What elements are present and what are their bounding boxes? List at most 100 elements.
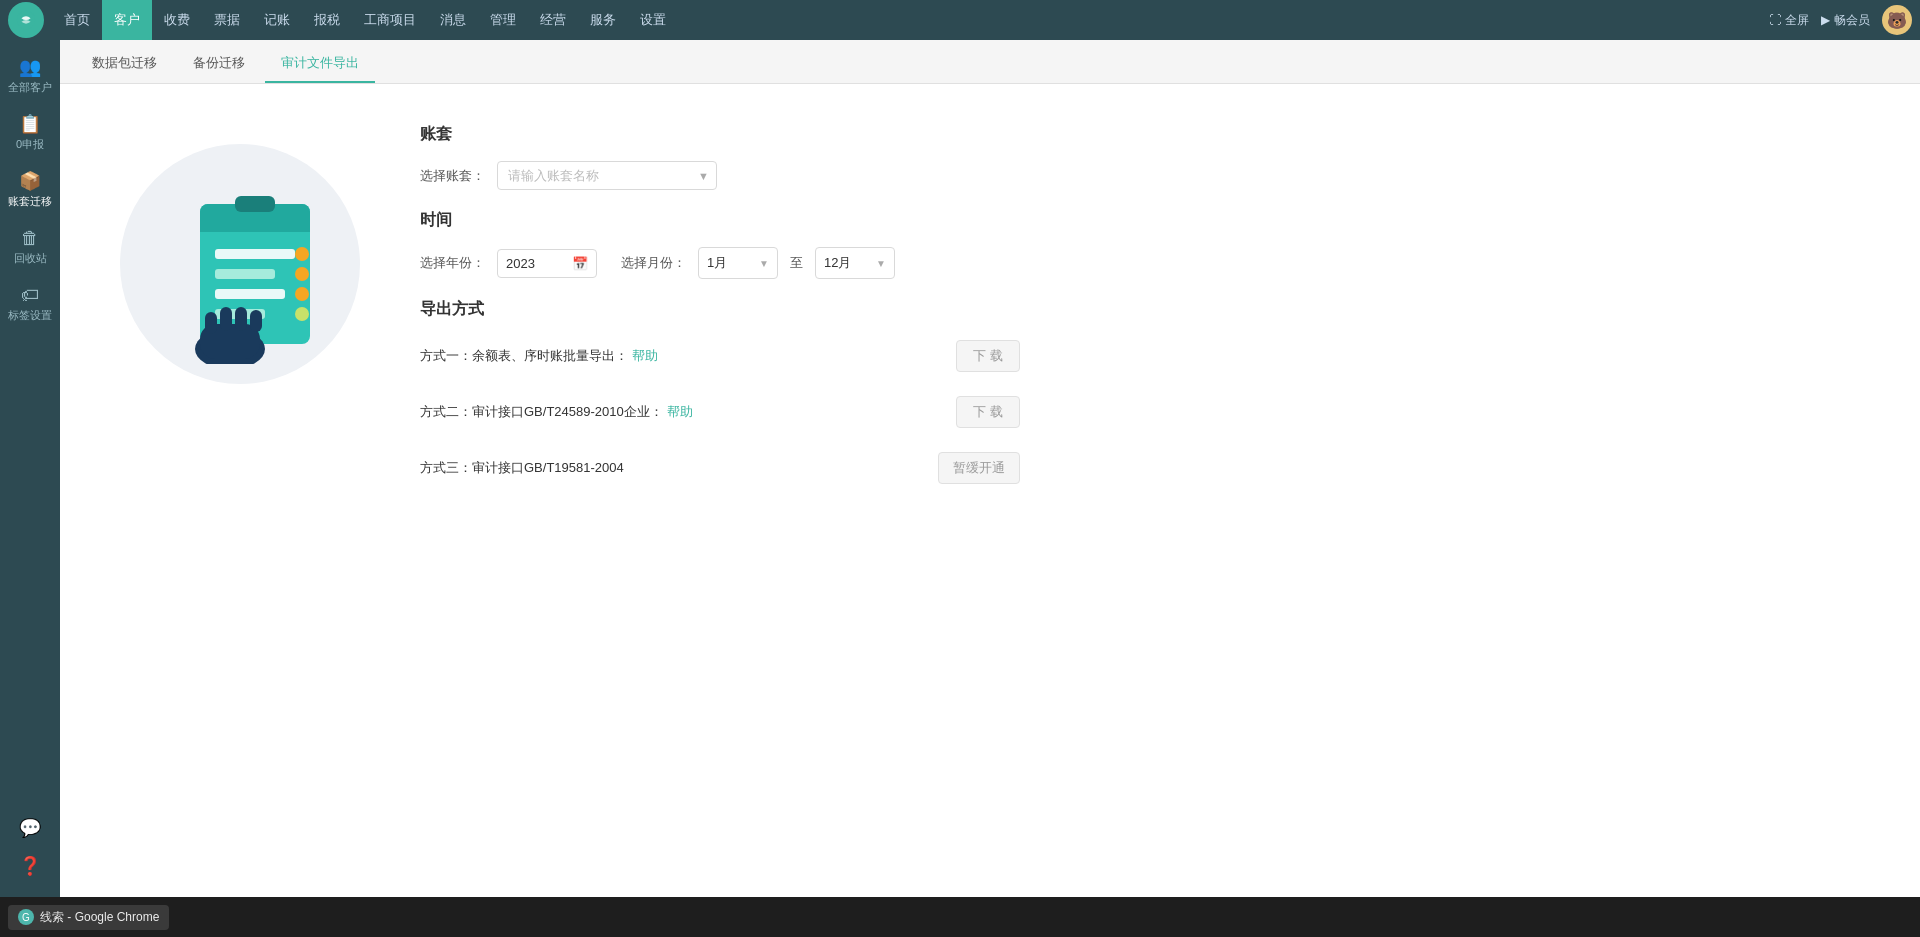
time-section-title: 时间: [420, 210, 1020, 231]
all-clients-icon: 👥: [19, 58, 41, 76]
time-select-row: 选择年份： 2023 📅 选择月份： 1月 ▼ 至 12月 ▼: [420, 247, 1020, 279]
svg-rect-16: [220, 307, 232, 331]
tab-data-migrate[interactable]: 数据包迁移: [76, 45, 173, 83]
end-month-select[interactable]: 12月 ▼: [815, 247, 895, 279]
sidebar-item-all-clients[interactable]: 👥 全部客户: [0, 48, 60, 105]
time-separator: 至: [790, 254, 803, 272]
fullscreen-icon: ⛶: [1769, 13, 1781, 27]
nav-manage[interactable]: 管理: [478, 0, 528, 40]
chat-icon: 💬: [19, 819, 41, 837]
tab-backup-migrate[interactable]: 备份迁移: [177, 45, 261, 83]
sidebar-item-zero-declare[interactable]: 📋 0申报: [0, 105, 60, 162]
sidebar-item-recycle[interactable]: 🗑 回收站: [0, 219, 60, 276]
export-method-2: 方式二：审计接口GB/T24589-2010企业： 帮助 下 载: [420, 396, 1020, 428]
svg-rect-5: [215, 249, 295, 259]
svg-rect-17: [235, 307, 247, 331]
sidebar-bottom: 💬 ❓: [0, 809, 60, 897]
sidebar-item-account-migrate-label: 账套迁移: [8, 194, 52, 209]
chrome-icon: G: [18, 909, 34, 925]
sidebar-item-help[interactable]: ❓: [0, 847, 60, 885]
nav-business[interactable]: 工商项目: [352, 0, 428, 40]
recycle-icon: 🗑: [21, 229, 39, 247]
year-value: 2023: [506, 256, 535, 271]
sidebar-item-chat[interactable]: 💬: [0, 809, 60, 847]
svg-rect-15: [205, 312, 217, 334]
svg-point-9: [295, 247, 309, 261]
start-month-select[interactable]: 1月 ▼: [698, 247, 778, 279]
avatar[interactable]: 🐻: [1882, 5, 1912, 35]
export-method-1-download-button[interactable]: 下 载: [956, 340, 1020, 372]
end-month-value: 12月: [824, 254, 851, 272]
content-area: 数据包迁移 备份迁移 审计文件导出: [60, 40, 1920, 897]
fullscreen-button[interactable]: ⛶ 全屏: [1769, 12, 1809, 29]
account-migrate-icon: 📦: [19, 172, 41, 190]
account-select-input[interactable]: [497, 161, 717, 190]
tab-audit-export[interactable]: 审计文件导出: [265, 45, 375, 83]
export-method-3: 方式三：审计接口GB/T19581-2004 暂缓开通: [420, 452, 1020, 484]
svg-rect-18: [250, 310, 262, 332]
sidebar-item-tag-settings-label: 标签设置: [8, 308, 52, 323]
svg-rect-6: [215, 269, 275, 279]
tag-settings-icon: 🏷: [21, 286, 39, 304]
export-method-2-label: 方式二：审计接口GB/T24589-2010企业：: [420, 403, 663, 421]
sidebar-item-recycle-label: 回收站: [14, 251, 47, 266]
nav-service[interactable]: 服务: [578, 0, 628, 40]
form-area: 账套 选择账套： ▼ 时间 选择年份： 2023 📅 选择月份: [420, 124, 1020, 857]
tabs-bar: 数据包迁移 备份迁移 审计文件导出: [60, 40, 1920, 84]
account-chevron-icon: ▼: [698, 170, 709, 182]
export-method-2-download-button[interactable]: 下 载: [956, 396, 1020, 428]
year-input[interactable]: 2023 📅: [497, 249, 597, 278]
sidebar-item-tag-settings[interactable]: 🏷 标签设置: [0, 276, 60, 333]
export-method-3-label: 方式三：审计接口GB/T19581-2004: [420, 459, 624, 477]
main-layout: 👥 全部客户 📋 0申报 📦 账套迁移 🗑 回收站 🏷 标签设置 💬 ❓: [0, 40, 1920, 897]
nav-home[interactable]: 首页: [52, 0, 102, 40]
export-method-1: 方式一：余额表、序时账批量导出： 帮助 下 载: [420, 340, 1020, 372]
nav-invoice[interactable]: 票据: [202, 0, 252, 40]
taskbar-chrome-label: 线索 - Google Chrome: [40, 909, 159, 926]
vip-label: 畅会员: [1834, 12, 1870, 29]
nav-fees[interactable]: 收费: [152, 0, 202, 40]
top-nav: 首页 客户 收费 票据 记账 报税 工商项目 消息 管理 经营 服务 设置 ⛶ …: [0, 0, 1920, 40]
vip-icon: ▶: [1821, 13, 1830, 27]
zero-declare-icon: 📋: [19, 115, 41, 133]
svg-point-11: [295, 287, 309, 301]
start-month-chevron-icon: ▼: [759, 258, 769, 269]
nav-tax[interactable]: 报税: [302, 0, 352, 40]
sidebar-item-account-migrate[interactable]: 📦 账套迁移: [0, 162, 60, 219]
nav-settings[interactable]: 设置: [628, 0, 678, 40]
fullscreen-label: 全屏: [1785, 12, 1809, 29]
month-label: 选择月份：: [621, 254, 686, 272]
illustration-svg: [150, 164, 330, 364]
sidebar-item-zero-declare-label: 0申报: [16, 137, 44, 152]
vip-button[interactable]: ▶ 畅会员: [1821, 12, 1870, 29]
nav-message[interactable]: 消息: [428, 0, 478, 40]
svg-point-10: [295, 267, 309, 281]
nav-accounting[interactable]: 记账: [252, 0, 302, 40]
calendar-icon: 📅: [572, 256, 588, 271]
account-section-title: 账套: [420, 124, 1020, 145]
account-select-row: 选择账套： ▼: [420, 161, 1020, 190]
svg-rect-7: [215, 289, 285, 299]
export-method-2-help-link[interactable]: 帮助: [667, 403, 693, 421]
nav-items: 首页 客户 收费 票据 记账 报税 工商项目 消息 管理 经营 服务 设置: [52, 0, 1769, 40]
taskbar-chrome-item[interactable]: G 线索 - Google Chrome: [8, 905, 169, 930]
start-month-value: 1月: [707, 254, 727, 272]
end-month-chevron-icon: ▼: [876, 258, 886, 269]
svg-point-12: [295, 307, 309, 321]
nav-operation[interactable]: 经营: [528, 0, 578, 40]
nav-client[interactable]: 客户: [102, 0, 152, 40]
illustration-area: [120, 124, 360, 857]
logo: [8, 2, 44, 38]
page-content: 账套 选择账套： ▼ 时间 选择年份： 2023 📅 选择月份: [60, 84, 1920, 897]
export-section-title: 导出方式: [420, 299, 1020, 320]
sidebar: 👥 全部客户 📋 0申报 📦 账套迁移 🗑 回收站 🏷 标签设置 💬 ❓: [0, 40, 60, 897]
svg-rect-3: [200, 219, 310, 232]
export-method-3-vip-button[interactable]: 暂缓开通: [938, 452, 1020, 484]
sidebar-item-all-clients-label: 全部客户: [8, 80, 52, 95]
account-select-label: 选择账套：: [420, 167, 485, 185]
export-method-1-label: 方式一：余额表、序时账批量导出：: [420, 347, 628, 365]
year-label: 选择年份：: [420, 254, 485, 272]
taskbar: G 线索 - Google Chrome: [0, 897, 1920, 937]
illustration-circle: [120, 144, 360, 384]
export-method-1-help-link[interactable]: 帮助: [632, 347, 658, 365]
